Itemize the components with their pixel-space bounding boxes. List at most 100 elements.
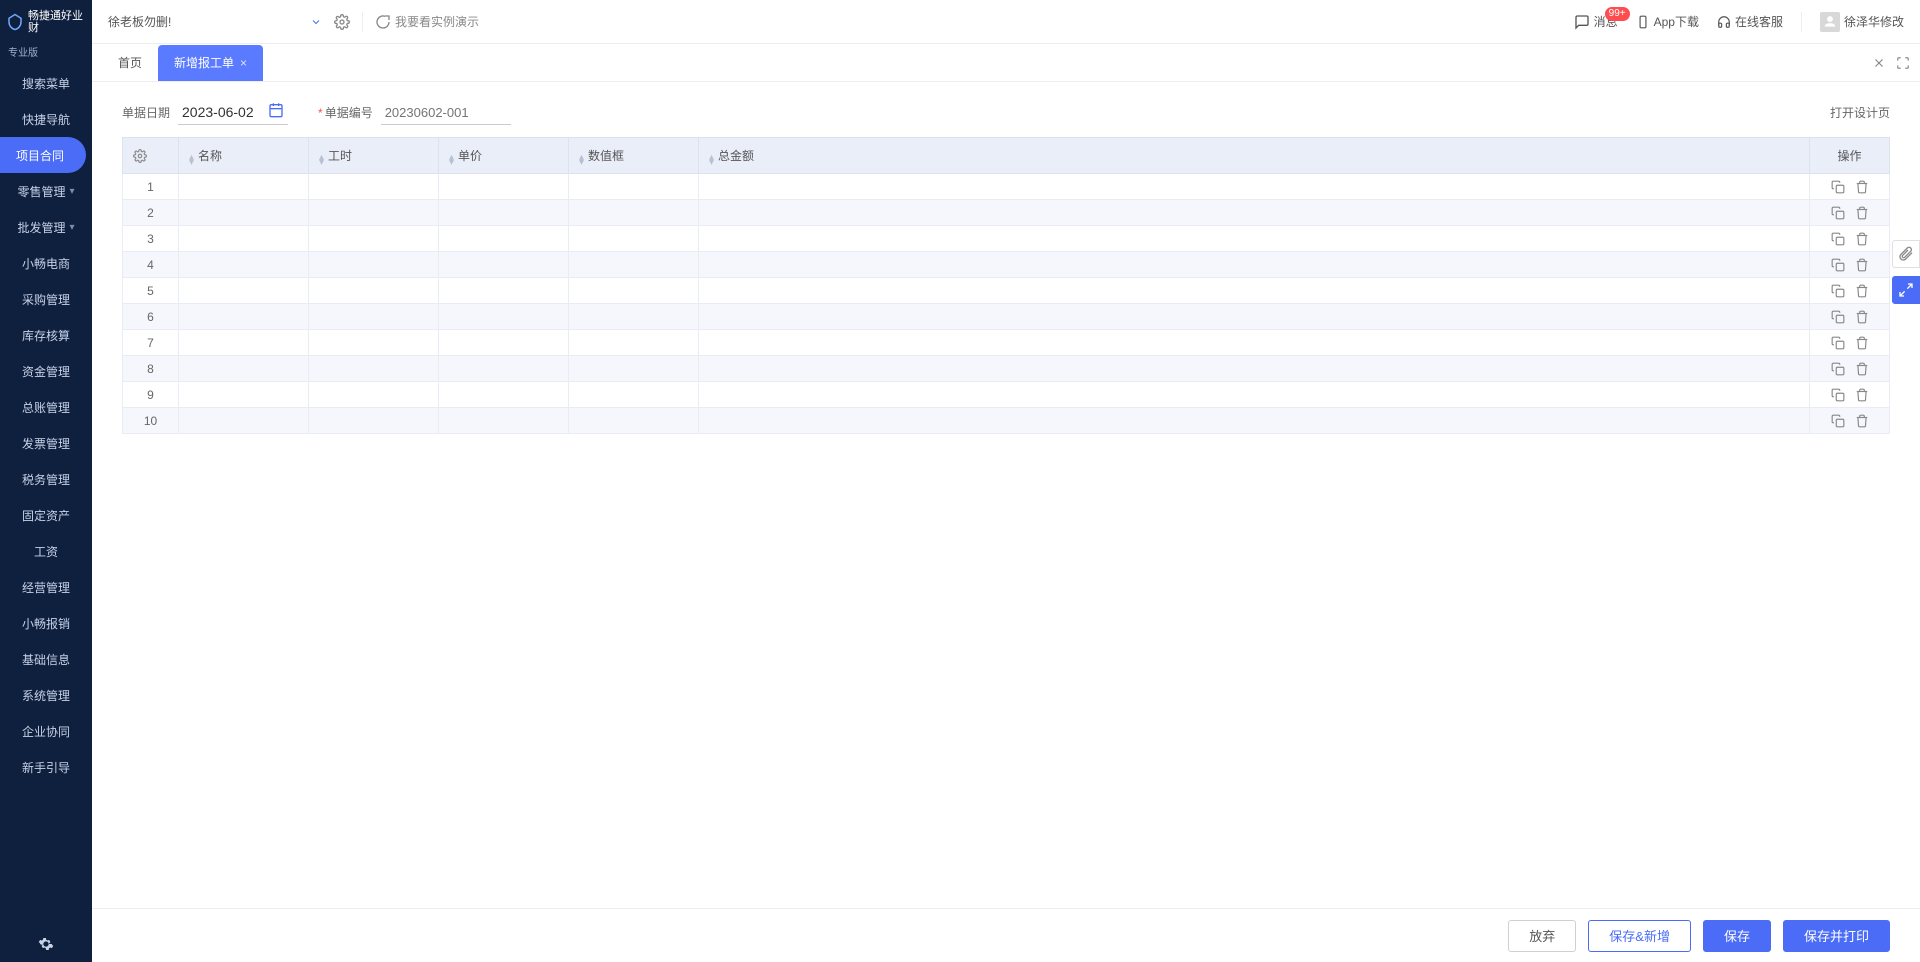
cell-price[interactable] bbox=[439, 382, 569, 408]
cell-name[interactable] bbox=[179, 382, 309, 408]
sidebar-item-18[interactable]: 企业协同 bbox=[0, 713, 92, 749]
copy-row-icon[interactable] bbox=[1831, 206, 1845, 220]
sidebar-item-7[interactable]: 库存核算 bbox=[0, 317, 92, 353]
app-download-button[interactable]: App下载 bbox=[1636, 13, 1699, 30]
cell-numbox[interactable] bbox=[569, 382, 699, 408]
sidebar-item-19[interactable]: 新手引导 bbox=[0, 749, 92, 785]
cell-total[interactable] bbox=[699, 226, 1810, 252]
tabs-close-all-icon[interactable] bbox=[1872, 56, 1886, 70]
cell-numbox[interactable] bbox=[569, 200, 699, 226]
cell-numbox[interactable] bbox=[569, 174, 699, 200]
delete-row-icon[interactable] bbox=[1855, 388, 1869, 402]
tab-home[interactable]: 首页 bbox=[102, 45, 158, 81]
cell-name[interactable] bbox=[179, 408, 309, 434]
col-numbox[interactable]: ▴▾数值框 bbox=[569, 138, 699, 174]
code-input[interactable] bbox=[381, 101, 511, 125]
copy-row-icon[interactable] bbox=[1831, 336, 1845, 350]
cell-total[interactable] bbox=[699, 252, 1810, 278]
col-price[interactable]: ▴▾单价 bbox=[439, 138, 569, 174]
cell-name[interactable] bbox=[179, 200, 309, 226]
cell-price[interactable] bbox=[439, 304, 569, 330]
cell-price[interactable] bbox=[439, 278, 569, 304]
copy-row-icon[interactable] bbox=[1831, 414, 1845, 428]
delete-row-icon[interactable] bbox=[1855, 232, 1869, 246]
cell-numbox[interactable] bbox=[569, 408, 699, 434]
sidebar-item-17[interactable]: 系统管理 bbox=[0, 677, 92, 713]
sidebar-item-3[interactable]: 零售管理▾ bbox=[0, 173, 92, 209]
cell-numbox[interactable] bbox=[569, 356, 699, 382]
cell-name[interactable] bbox=[179, 278, 309, 304]
sidebar-item-15[interactable]: 小畅报销 bbox=[0, 605, 92, 641]
sidebar-item-0[interactable]: 搜索菜单 bbox=[0, 65, 92, 101]
copy-row-icon[interactable] bbox=[1831, 388, 1845, 402]
delete-row-icon[interactable] bbox=[1855, 258, 1869, 272]
user-menu[interactable]: 徐泽华修改 bbox=[1820, 12, 1904, 32]
cell-numbox[interactable] bbox=[569, 226, 699, 252]
cell-price[interactable] bbox=[439, 174, 569, 200]
cell-hours[interactable] bbox=[309, 408, 439, 434]
cell-total[interactable] bbox=[699, 330, 1810, 356]
cell-price[interactable] bbox=[439, 200, 569, 226]
sidebar-item-14[interactable]: 经营管理 bbox=[0, 569, 92, 605]
delete-row-icon[interactable] bbox=[1855, 206, 1869, 220]
save-new-button[interactable]: 保存&新增 bbox=[1588, 920, 1691, 952]
cell-name[interactable] bbox=[179, 252, 309, 278]
cell-name[interactable] bbox=[179, 174, 309, 200]
cell-hours[interactable] bbox=[309, 252, 439, 278]
sidebar-item-1[interactable]: 快捷导航 bbox=[0, 101, 92, 137]
cell-hours[interactable] bbox=[309, 174, 439, 200]
copy-row-icon[interactable] bbox=[1831, 362, 1845, 376]
sidebar-item-13[interactable]: 工资 bbox=[0, 533, 92, 569]
copy-row-icon[interactable] bbox=[1831, 232, 1845, 246]
sidebar-settings[interactable] bbox=[0, 926, 92, 962]
cell-hours[interactable] bbox=[309, 356, 439, 382]
cell-hours[interactable] bbox=[309, 200, 439, 226]
demo-link[interactable]: 我要看实例演示 bbox=[375, 13, 479, 30]
sidebar-item-5[interactable]: 小畅电商 bbox=[0, 245, 92, 281]
cell-price[interactable] bbox=[439, 226, 569, 252]
attachment-icon[interactable] bbox=[1892, 240, 1920, 268]
cell-name[interactable] bbox=[179, 304, 309, 330]
cell-total[interactable] bbox=[699, 174, 1810, 200]
cell-name[interactable] bbox=[179, 356, 309, 382]
cell-hours[interactable] bbox=[309, 226, 439, 252]
open-design-link[interactable]: 打开设计页 bbox=[1830, 104, 1890, 121]
copy-row-icon[interactable] bbox=[1831, 258, 1845, 272]
cell-total[interactable] bbox=[699, 356, 1810, 382]
discard-button[interactable]: 放弃 bbox=[1508, 920, 1576, 952]
cell-name[interactable] bbox=[179, 330, 309, 356]
cell-numbox[interactable] bbox=[569, 278, 699, 304]
fullscreen-icon[interactable] bbox=[1896, 56, 1910, 70]
delete-row-icon[interactable] bbox=[1855, 362, 1869, 376]
delete-row-icon[interactable] bbox=[1855, 284, 1869, 298]
delete-row-icon[interactable] bbox=[1855, 310, 1869, 324]
cell-price[interactable] bbox=[439, 252, 569, 278]
chevron-down-icon[interactable] bbox=[310, 16, 322, 28]
cell-total[interactable] bbox=[699, 304, 1810, 330]
messages-button[interactable]: 消息 99+ bbox=[1574, 13, 1618, 30]
tab-new-report[interactable]: 新增报工单 × bbox=[158, 45, 263, 81]
cell-total[interactable] bbox=[699, 382, 1810, 408]
close-icon[interactable]: × bbox=[240, 56, 247, 70]
cell-total[interactable] bbox=[699, 408, 1810, 434]
cell-hours[interactable] bbox=[309, 330, 439, 356]
sidebar-item-2[interactable]: 项目合同 bbox=[0, 137, 86, 173]
col-settings[interactable] bbox=[123, 138, 179, 174]
cell-hours[interactable] bbox=[309, 304, 439, 330]
copy-row-icon[interactable] bbox=[1831, 180, 1845, 194]
delete-row-icon[interactable] bbox=[1855, 180, 1869, 194]
cell-numbox[interactable] bbox=[569, 304, 699, 330]
cell-numbox[interactable] bbox=[569, 330, 699, 356]
sidebar-item-8[interactable]: 资金管理 bbox=[0, 353, 92, 389]
cell-total[interactable] bbox=[699, 200, 1810, 226]
sidebar-item-10[interactable]: 发票管理 bbox=[0, 425, 92, 461]
sidebar-item-11[interactable]: 税务管理 bbox=[0, 461, 92, 497]
sidebar-item-9[interactable]: 总账管理 bbox=[0, 389, 92, 425]
save-button[interactable]: 保存 bbox=[1703, 920, 1771, 952]
sidebar-item-6[interactable]: 采购管理 bbox=[0, 281, 92, 317]
col-total[interactable]: ▴▾总金额 bbox=[699, 138, 1810, 174]
cell-total[interactable] bbox=[699, 278, 1810, 304]
cell-numbox[interactable] bbox=[569, 252, 699, 278]
sidebar-item-12[interactable]: 固定资产 bbox=[0, 497, 92, 533]
org-selector[interactable]: 徐老板勿删! bbox=[108, 13, 298, 30]
